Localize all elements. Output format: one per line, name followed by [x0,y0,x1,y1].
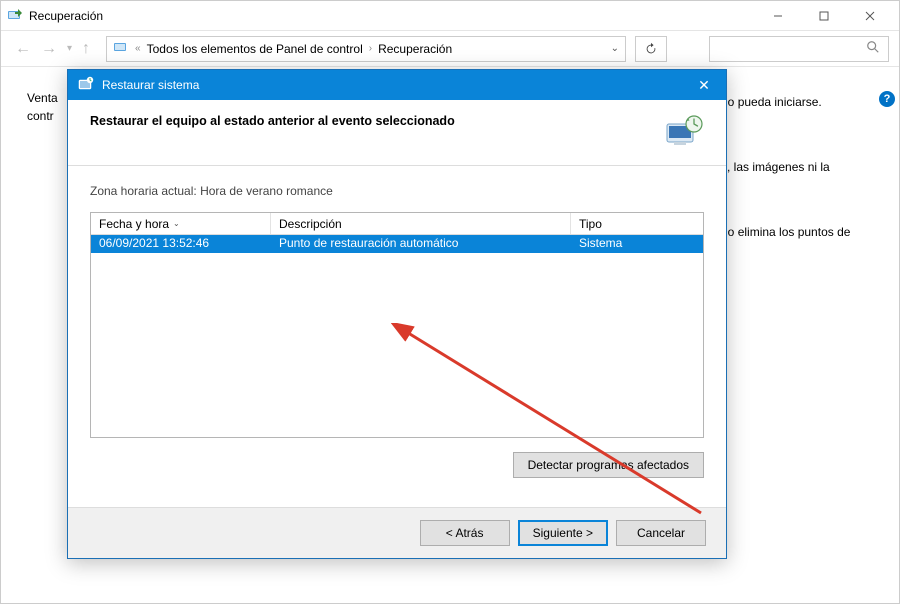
refresh-button[interactable] [635,36,667,62]
col-desc[interactable]: Descripción [271,213,571,234]
dialog-title: Restaurar sistema [102,78,199,92]
forward-arrow-icon[interactable]: → [41,40,57,58]
cell-date: 06/09/2021 13:52:46 [91,235,271,253]
back-button[interactable]: < Atrás [420,520,510,546]
breadcrumb-item-2[interactable]: Recuperación [378,42,452,56]
dialog-close-button[interactable]: ✕ [692,77,716,94]
detect-programs-button[interactable]: Detectar programas afectados [513,452,704,478]
close-button[interactable] [847,1,893,31]
maximize-button[interactable] [801,1,847,31]
dialog-footer: < Atrás Siguiente > Cancelar [68,507,726,558]
breadcrumb[interactable]: « Todos los elementos de Panel de contro… [106,36,626,62]
history-dropdown-icon[interactable]: ▾ [67,43,72,54]
window-title: Recuperación [29,9,103,23]
breadcrumb-prefix: « [135,43,141,54]
back-arrow-icon[interactable]: ← [15,40,31,58]
recovery-icon [7,6,23,25]
restore-points-table[interactable]: Fecha y hora⌄ Descripción Tipo 06/09/202… [90,212,704,438]
restore-icon [78,76,94,95]
sort-caret-icon: ⌄ [173,219,180,228]
col-type[interactable]: Tipo [571,213,703,234]
breadcrumb-item-1[interactable]: Todos los elementos de Panel de control [147,42,363,56]
up-arrow-icon[interactable]: ↑ [82,40,90,58]
timezone-label: Zona horaria actual: Hora de verano roma… [90,184,704,198]
search-icon [866,40,880,57]
content-fragments: o no pueda iniciarse. tos, las imágenes … [711,91,871,350]
dialog-titlebar: Restaurar sistema ✕ [68,70,726,100]
next-button[interactable]: Siguiente > [518,520,608,546]
cancel-button[interactable]: Cancelar [616,520,706,546]
breadcrumb-dropdown-icon[interactable]: ⌄ [611,43,619,54]
table-row[interactable]: 06/09/2021 13:52:46 Punto de restauració… [91,235,703,253]
navbar: ← → ▾ ↑ « Todos los elementos de Panel d… [1,31,899,67]
col-date[interactable]: Fecha y hora⌄ [91,213,271,234]
outer-titlebar: Recuperación [1,1,899,31]
cell-desc: Punto de restauración automático [271,235,571,253]
restore-large-icon [664,114,704,153]
dialog-heading: Restaurar el equipo al estado anterior a… [90,114,455,128]
chevron-right-icon: › [369,43,372,54]
annotation-arrow [391,323,711,523]
restore-dialog: Restaurar sistema ✕ Restaurar el equipo … [67,69,727,559]
table-header: Fecha y hora⌄ Descripción Tipo [91,213,703,235]
control-panel-icon [113,39,129,58]
cell-type: Sistema [571,235,703,253]
minimize-button[interactable] [755,1,801,31]
search-input[interactable] [709,36,889,62]
